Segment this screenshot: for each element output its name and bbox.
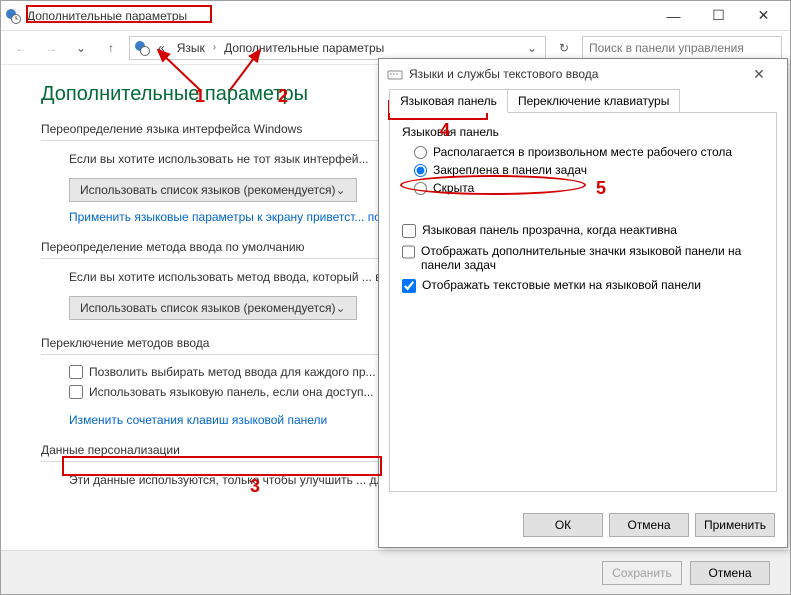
chevron-right-icon: › — [213, 42, 216, 53]
globe-clock-icon — [134, 40, 150, 56]
keyboard-icon — [387, 66, 403, 82]
apply-button[interactable]: Применить — [695, 513, 775, 537]
tab-language-bar[interactable]: Языковая панель — [389, 89, 508, 113]
breadcrumb-root[interactable]: « — [154, 41, 169, 55]
radio-floating[interactable]: Располагается в произвольном месте рабоч… — [414, 145, 764, 159]
titlebar: Дополнительные параметры — ☐ ✕ — [1, 1, 790, 31]
save-button[interactable]: Сохранить — [602, 561, 682, 585]
breadcrumb-adv[interactable]: Дополнительные параметры — [220, 41, 388, 55]
back-button[interactable]: ← — [9, 36, 33, 60]
cb-transparent[interactable]: Языковая панель прозрачна, когда неактив… — [402, 223, 764, 238]
up-button[interactable]: ↑ — [99, 36, 123, 60]
window-controls: — ☐ ✕ — [651, 2, 786, 30]
history-dropdown[interactable]: ⌄ — [69, 36, 93, 60]
dialog-titlebar: Языки и службы текстового ввода ✕ — [379, 59, 787, 89]
dialog-title: Языки и службы текстового ввода — [409, 67, 598, 81]
tab-content: Языковая панель Располагается в произвол… — [389, 112, 777, 492]
dialog-tabs: Языковая панель Переключение клавиатуры — [379, 89, 787, 112]
globe-clock-icon — [5, 8, 21, 24]
window-title: Дополнительные параметры — [27, 9, 651, 23]
cb-text-labels[interactable]: Отображать текстовые метки на языковой п… — [402, 278, 764, 293]
search-input[interactable] — [582, 36, 782, 60]
cancel-button[interactable]: Отмена — [609, 513, 689, 537]
change-hotkeys-link[interactable]: Изменить сочетания клавиш языковой панел… — [69, 413, 327, 427]
radio-docked[interactable]: Закреплена в панели задач — [414, 163, 764, 177]
refresh-button[interactable]: ↻ — [552, 36, 576, 60]
dialog-close-button[interactable]: ✕ — [739, 60, 779, 88]
text-services-dialog: Языки и службы текстового ввода ✕ Языков… — [378, 58, 788, 548]
breadcrumb[interactable]: « Язык › Дополнительные параметры ⌄ — [129, 36, 546, 60]
breadcrumb-dropdown[interactable]: ⌄ — [523, 41, 541, 55]
radio-hidden[interactable]: Скрыта — [414, 181, 764, 195]
bottom-bar: Сохранить Отмена — [1, 550, 790, 594]
forward-button[interactable]: → — [39, 36, 63, 60]
chevron-down-icon: ⌄ — [336, 301, 346, 315]
close-button[interactable]: ✕ — [741, 2, 786, 30]
language-list-dropdown[interactable]: Использовать список языков (рекомендуетс… — [69, 178, 357, 202]
cancel-button[interactable]: Отмена — [690, 561, 770, 585]
maximize-button[interactable]: ☐ — [696, 2, 741, 30]
section-switch-input: Переключение методов ввода — [41, 336, 390, 355]
minimize-button[interactable]: — — [651, 2, 696, 30]
tab-keyboard-switch[interactable]: Переключение клавиатуры — [507, 89, 680, 112]
input-method-dropdown[interactable]: Использовать список языков (рекомендуетс… — [69, 296, 357, 320]
section-override-input: Переопределение метода ввода по умолчани… — [41, 240, 390, 259]
section-personalization: Данные персонализации — [41, 443, 390, 462]
chevron-down-icon: ⌄ — [336, 183, 346, 197]
breadcrumb-lang[interactable]: Язык — [173, 41, 209, 55]
cb-extra-icons[interactable]: Отображать дополнительные значки языково… — [402, 244, 764, 272]
group-label: Языковая панель — [402, 125, 764, 139]
ok-button[interactable]: ОК — [523, 513, 603, 537]
section-override-ui-lang: Переопределение языка интерфейса Windows — [41, 122, 390, 141]
dialog-buttons: ОК Отмена Применить — [523, 513, 775, 537]
